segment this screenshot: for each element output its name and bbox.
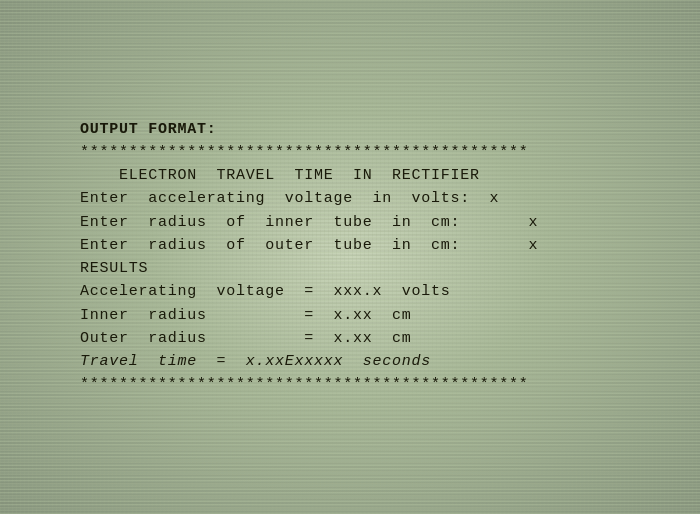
separator-top: ****************************************… bbox=[80, 141, 620, 164]
results-label: RESULTS bbox=[80, 257, 620, 280]
output-format-label: OUTPUT FORMAT: bbox=[80, 118, 620, 141]
travel-time: Travel time = x.xxExxxxx seconds bbox=[80, 350, 620, 373]
title-line: ELECTRON TRAVEL TIME IN RECTIFIER bbox=[80, 164, 620, 187]
input3: Enter radius of outer tube in cm: x bbox=[80, 234, 620, 257]
terminal-content: OUTPUT FORMAT:**************************… bbox=[60, 98, 640, 417]
separator-bottom: ****************************************… bbox=[80, 373, 620, 396]
result2: Inner radius = x.xx cm bbox=[80, 304, 620, 327]
input1: Enter accelerating voltage in volts: x bbox=[80, 187, 620, 210]
input2: Enter radius of inner tube in cm: x bbox=[80, 211, 620, 234]
result1: Accelerating voltage = xxx.x volts bbox=[80, 280, 620, 303]
crt-screen: OUTPUT FORMAT:**************************… bbox=[0, 0, 700, 514]
result3: Outer radius = x.xx cm bbox=[80, 327, 620, 350]
